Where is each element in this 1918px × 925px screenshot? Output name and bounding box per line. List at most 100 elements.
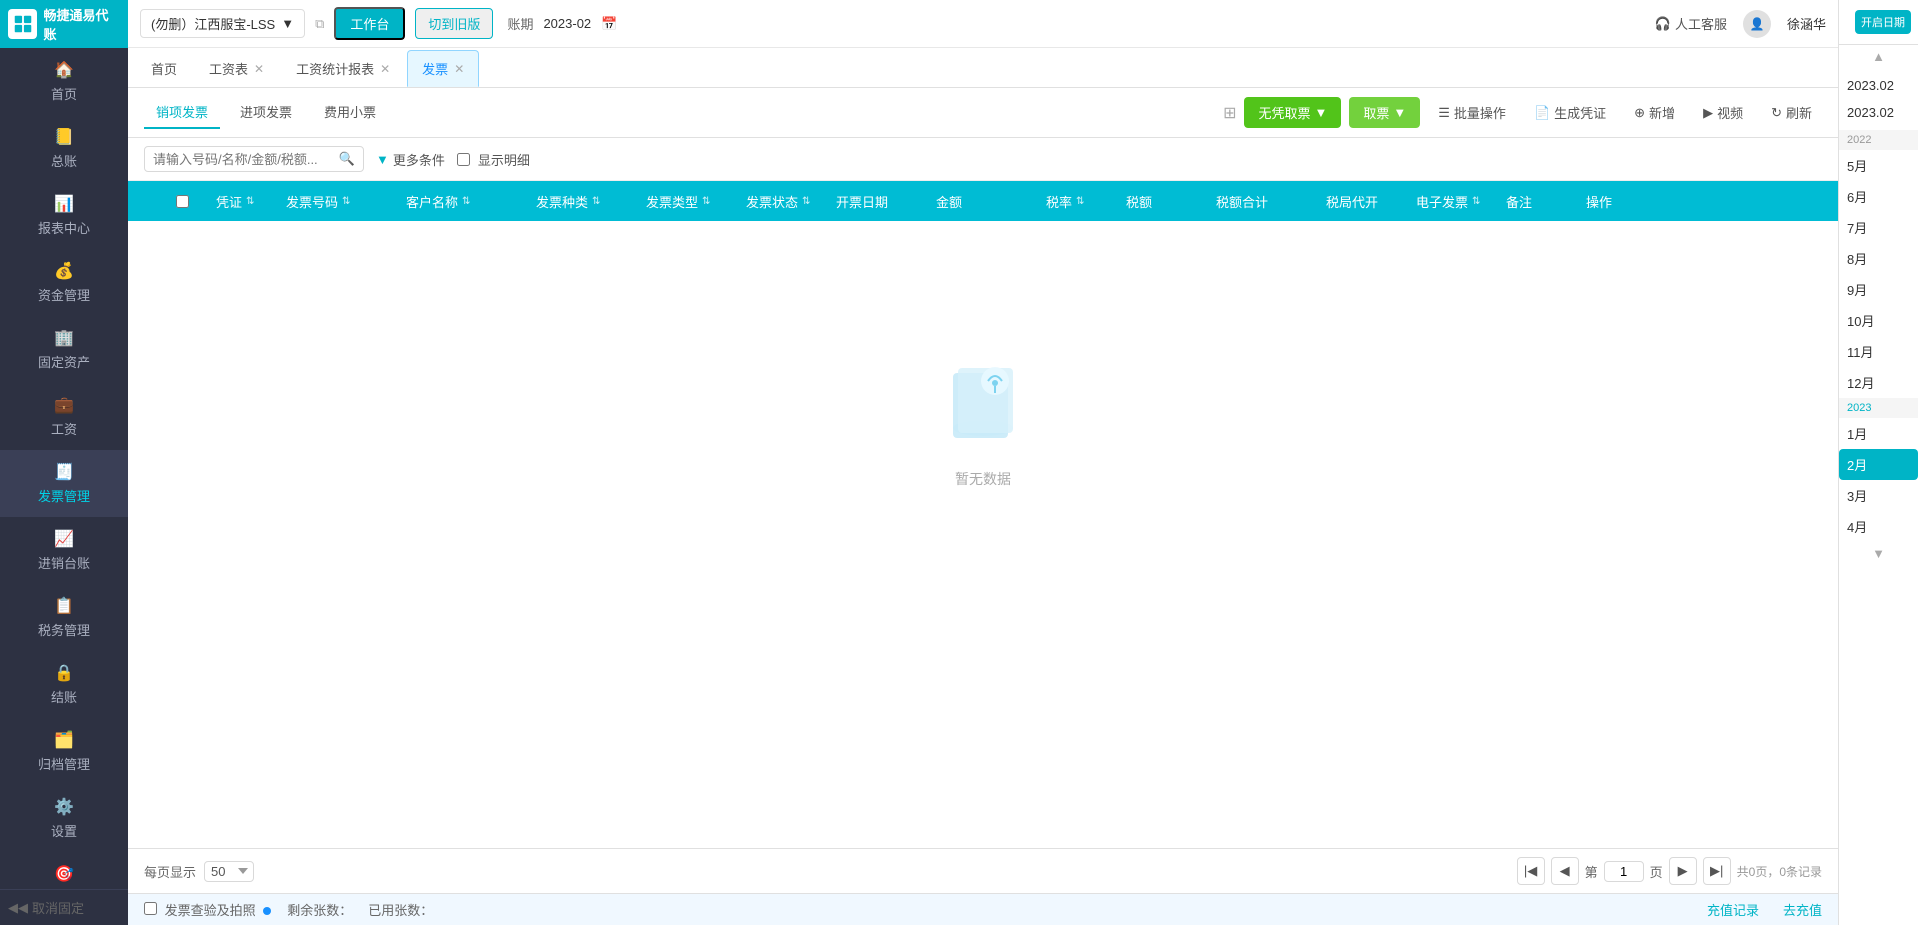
last-page-btn[interactable]: ▶|	[1703, 857, 1731, 885]
th-action-label: 操作	[1586, 192, 1612, 211]
batch-ops-button[interactable]: ☰ 批量操作	[1428, 97, 1516, 128]
date-month-8[interactable]: 8月	[1839, 243, 1918, 274]
sub-tab-expense-receipt[interactable]: 费用小票	[312, 96, 388, 129]
per-page-select[interactable]: 50 20 100	[204, 861, 254, 882]
date-month-2023-02-b[interactable]: 2023.02	[1839, 99, 1918, 126]
th-invoice-cat-label: 发票类型	[646, 192, 698, 211]
th-invoice-type[interactable]: 发票种类 ⇅	[528, 192, 638, 211]
date-month-6[interactable]: 6月	[1839, 181, 1918, 212]
date-month-2[interactable]: 2月	[1839, 449, 1918, 480]
th-amount[interactable]: 金额	[928, 192, 1038, 211]
more-conditions-btn[interactable]: ▼ 更多条件	[376, 150, 445, 169]
sidebar-item-archive[interactable]: 🗂️ 归档管理	[0, 718, 128, 785]
open-period-button[interactable]: 开启日期	[1855, 10, 1911, 34]
sidebar-item-reports[interactable]: 📊 报表中心	[0, 182, 128, 249]
video-icon: ▶	[1703, 105, 1713, 121]
period-calendar-icon[interactable]: 📅	[601, 16, 617, 32]
search-input[interactable]	[153, 152, 333, 167]
search-icon[interactable]: 🔍	[339, 151, 355, 167]
tab-payroll-close[interactable]: ✕	[254, 62, 264, 76]
scroll-down-btn[interactable]: ▼	[1839, 542, 1918, 565]
show-detail-btn[interactable]: 显示明细	[457, 150, 530, 169]
switch-version-button[interactable]: 切到旧版	[415, 8, 493, 39]
date-month-3[interactable]: 3月	[1839, 480, 1918, 511]
sidebar-item-sales[interactable]: 📈 进销台账	[0, 517, 128, 584]
user-avatar[interactable]: 👤	[1743, 10, 1771, 38]
sidebar-item-guide[interactable]: 🎯 新手引导	[0, 852, 128, 889]
headset-icon: 🎧	[1655, 16, 1671, 32]
tab-home[interactable]: 首页	[136, 50, 192, 87]
tab-payroll[interactable]: 工资表 ✕	[194, 50, 279, 87]
check-invoice-checkbox[interactable]	[144, 902, 157, 915]
date-month-9[interactable]: 9月	[1839, 274, 1918, 305]
recharge-record-link[interactable]: 充值记录	[1707, 900, 1759, 919]
company-selector[interactable]: (勿删）江西服宝-LSS ▼	[140, 9, 305, 38]
sidebar-item-funds[interactable]: 💰 资金管理	[0, 249, 128, 316]
date-month-1[interactable]: 1月	[1839, 418, 1918, 449]
date-month-11[interactable]: 11月	[1839, 336, 1918, 367]
sub-tab-sales-invoice[interactable]: 销项发票	[144, 96, 220, 129]
show-detail-label: 显示明细	[478, 150, 530, 169]
workbench-button[interactable]: 工作台	[334, 7, 405, 40]
th-voucher[interactable]: 凭证 ⇅	[208, 192, 278, 211]
next-page-btn[interactable]: ▶	[1669, 857, 1697, 885]
sidebar-collapse[interactable]: ◀◀ 取消固定	[0, 889, 128, 925]
th-invoice-cat[interactable]: 发票类型 ⇅	[638, 192, 738, 211]
th-checkbox[interactable]	[168, 195, 208, 208]
tab-payroll-report-close[interactable]: ✕	[380, 62, 390, 76]
ai-service-btn[interactable]: 🎧 人工客服	[1655, 14, 1727, 33]
tab-invoice-label: 发票	[422, 59, 448, 78]
sub-tab-purchase-invoice[interactable]: 进项发票	[228, 96, 304, 129]
video-button[interactable]: ▶ 视频	[1693, 97, 1753, 128]
select-all-checkbox[interactable]	[176, 195, 189, 208]
go-recharge-link[interactable]: 去充值	[1783, 900, 1822, 919]
first-page-btn[interactable]: |◀	[1517, 857, 1545, 885]
sidebar-item-home[interactable]: 🏠 首页	[0, 48, 128, 115]
show-detail-checkbox[interactable]	[457, 153, 470, 166]
user-name: 徐涵华	[1787, 14, 1826, 33]
date-month-12[interactable]: 12月	[1839, 367, 1918, 398]
tab-payroll-report[interactable]: 工资统计报表 ✕	[281, 50, 405, 87]
sidebar-item-invoice[interactable]: 🧾 发票管理	[0, 450, 128, 517]
sidebar-item-tax[interactable]: 📋 税务管理	[0, 584, 128, 651]
per-page-label: 每页显示	[144, 862, 196, 881]
date-month-2023-02-a[interactable]: 2023.02	[1839, 72, 1918, 99]
sidebar-item-payroll[interactable]: 💼 工资	[0, 383, 128, 450]
th-date[interactable]: 开票日期	[828, 192, 928, 211]
new-button[interactable]: ⊕ 新增	[1624, 97, 1685, 128]
date-month-5[interactable]: 5月	[1839, 150, 1918, 181]
generate-voucher-button[interactable]: 📄 生成凭证	[1524, 97, 1616, 128]
prev-page-btn[interactable]: ◀	[1551, 857, 1579, 885]
sidebar-item-fixed-assets[interactable]: 🏢 固定资产	[0, 316, 128, 383]
refresh-button[interactable]: ↻ 刷新	[1761, 97, 1822, 128]
tab-invoice[interactable]: 发票 ✕	[407, 50, 479, 87]
date-month-10[interactable]: 10月	[1839, 305, 1918, 336]
th-status[interactable]: 发票状态 ⇅	[738, 192, 828, 211]
page-label: 第	[1585, 862, 1598, 881]
sidebar-item-settings[interactable]: ⚙️ 设置	[0, 785, 128, 852]
no-invoice-button[interactable]: 无凭取票 ▼	[1244, 97, 1341, 128]
copy-icon[interactable]: ⧉	[315, 16, 324, 32]
page-input[interactable]	[1604, 861, 1644, 882]
th-invoice-no[interactable]: 发票号码 ⇅	[278, 192, 398, 211]
th-tax[interactable]: 税额	[1118, 192, 1208, 211]
new-icon: ⊕	[1634, 105, 1645, 121]
th-total[interactable]: 税额合计	[1208, 192, 1318, 211]
grid-view-icon[interactable]: ⊞	[1223, 103, 1236, 123]
date-month-4[interactable]: 4月	[1839, 511, 1918, 542]
th-tax-code[interactable]: 税局代开	[1318, 192, 1408, 211]
company-dropdown-icon: ▼	[281, 16, 294, 31]
take-invoice-button[interactable]: 取票 ▼	[1349, 97, 1420, 128]
th-e-invoice[interactable]: 电子发票 ⇅	[1408, 192, 1498, 211]
sidebar-item-closing[interactable]: 🔒 结账	[0, 651, 128, 718]
th-customer[interactable]: 客户名称 ⇅	[398, 192, 528, 211]
sub-tab-expense-receipt-label: 费用小票	[324, 105, 376, 120]
company-name: (勿删）江西服宝-LSS	[151, 14, 275, 33]
no-invoice-dropdown-icon: ▼	[1315, 105, 1328, 120]
tab-invoice-close[interactable]: ✕	[454, 62, 464, 76]
take-invoice-label: 取票	[1363, 103, 1389, 122]
sidebar-item-ledger[interactable]: 📒 总账	[0, 115, 128, 182]
th-tax-rate[interactable]: 税率 ⇅	[1038, 192, 1118, 211]
scroll-up-btn[interactable]: ▲	[1839, 45, 1918, 68]
date-month-7[interactable]: 7月	[1839, 212, 1918, 243]
